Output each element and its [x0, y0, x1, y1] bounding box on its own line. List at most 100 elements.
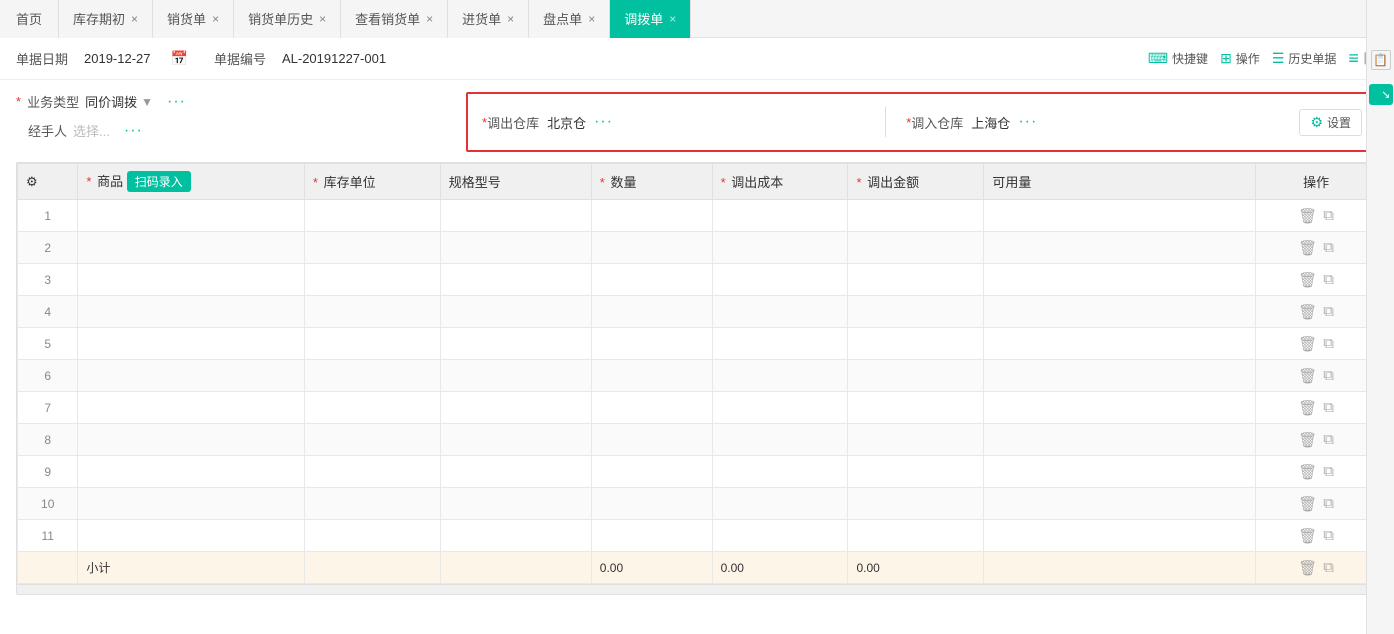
row-spec[interactable]: [440, 392, 591, 424]
row-cost[interactable]: [712, 424, 848, 456]
row-cost[interactable]: [712, 360, 848, 392]
close-tab-sales-order[interactable]: ×: [212, 12, 219, 26]
tab-stocktake[interactable]: 盘点单 ×: [529, 0, 610, 38]
tab-sales-order[interactable]: 销货单 ×: [153, 0, 234, 38]
row-copy-icon[interactable]: ⧉: [1323, 207, 1334, 224]
row-unit[interactable]: [304, 392, 440, 424]
horizontal-scrollbar[interactable]: [17, 584, 1377, 594]
row-copy-icon[interactable]: ⧉: [1323, 431, 1334, 448]
row-available[interactable]: [984, 232, 1256, 264]
row-unit[interactable]: [304, 456, 440, 488]
row-cost[interactable]: [712, 296, 848, 328]
row-amount[interactable]: [848, 200, 984, 232]
row-cost[interactable]: [712, 264, 848, 296]
calendar-icon[interactable]: 📅: [171, 50, 188, 67]
tab-purchase-order[interactable]: 进货单 ×: [448, 0, 529, 38]
row-product[interactable]: [78, 456, 305, 488]
tab-sales-history[interactable]: 销货单历史 ×: [234, 0, 341, 38]
row-product[interactable]: [78, 488, 305, 520]
row-copy-icon[interactable]: ⧉: [1323, 463, 1334, 480]
row-qty[interactable]: [591, 328, 712, 360]
row-amount[interactable]: [848, 424, 984, 456]
row-available[interactable]: [984, 424, 1256, 456]
row-product[interactable]: [78, 296, 305, 328]
business-type-select[interactable]: 同价调拨 ▼: [85, 92, 153, 111]
history-action[interactable]: ☰ 历史单据: [1272, 50, 1337, 67]
row-spec[interactable]: [440, 360, 591, 392]
person-more[interactable]: ···: [124, 122, 143, 140]
scan-barcode-button[interactable]: 扫码录入: [127, 171, 191, 192]
row-copy-icon[interactable]: ⧉: [1323, 271, 1334, 288]
row-amount[interactable]: [848, 392, 984, 424]
row-amount[interactable]: [848, 232, 984, 264]
row-spec[interactable]: [440, 296, 591, 328]
row-unit[interactable]: [304, 520, 440, 552]
row-delete-icon[interactable]: 🗑: [1298, 399, 1317, 417]
row-available[interactable]: [984, 456, 1256, 488]
row-spec[interactable]: [440, 328, 591, 360]
row-product[interactable]: [78, 520, 305, 552]
th-gear[interactable]: ⚙: [18, 164, 78, 200]
row-cost[interactable]: [712, 328, 848, 360]
sidebar-doc-button[interactable]: 📋: [1371, 50, 1391, 70]
row-spec[interactable]: [440, 232, 591, 264]
row-qty[interactable]: [591, 264, 712, 296]
row-unit[interactable]: [304, 488, 440, 520]
row-copy-icon[interactable]: ⧉: [1323, 367, 1334, 384]
row-qty[interactable]: [591, 520, 712, 552]
close-tab-inventory-init[interactable]: ×: [131, 12, 138, 26]
row-unit[interactable]: [304, 328, 440, 360]
row-cost[interactable]: [712, 392, 848, 424]
row-copy-icon[interactable]: ⧉: [1323, 527, 1334, 544]
row-copy-icon[interactable]: ⧉: [1323, 303, 1334, 320]
close-tab-view-sales[interactable]: ×: [426, 12, 433, 26]
row-amount[interactable]: [848, 456, 984, 488]
row-delete-icon[interactable]: 🗑: [1298, 335, 1317, 353]
row-delete-icon[interactable]: 🗑: [1298, 431, 1317, 449]
row-delete-icon[interactable]: 🗑: [1298, 463, 1317, 481]
row-unit[interactable]: [304, 200, 440, 232]
row-spec[interactable]: [440, 424, 591, 456]
row-delete-icon[interactable]: 🗑: [1298, 367, 1317, 385]
row-cost[interactable]: [712, 520, 848, 552]
close-tab-stocktake[interactable]: ×: [588, 12, 595, 26]
row-product[interactable]: [78, 424, 305, 456]
row-amount[interactable]: [848, 520, 984, 552]
close-tab-sales-history[interactable]: ×: [319, 12, 326, 26]
row-delete-icon[interactable]: 🗑: [1298, 271, 1317, 289]
row-copy-icon[interactable]: ⧉: [1323, 239, 1334, 256]
row-product[interactable]: [78, 360, 305, 392]
operations-action[interactable]: ⊞ 操作: [1220, 50, 1260, 67]
row-qty[interactable]: [591, 392, 712, 424]
row-copy-icon[interactable]: ⧉: [1323, 399, 1334, 416]
row-available[interactable]: [984, 200, 1256, 232]
row-unit[interactable]: [304, 296, 440, 328]
row-unit[interactable]: [304, 264, 440, 296]
row-unit[interactable]: [304, 232, 440, 264]
row-amount[interactable]: [848, 296, 984, 328]
person-select[interactable]: 选择...: [73, 121, 110, 140]
row-qty[interactable]: [591, 488, 712, 520]
row-available[interactable]: [984, 264, 1256, 296]
row-product[interactable]: [78, 392, 305, 424]
row-qty[interactable]: [591, 456, 712, 488]
row-qty[interactable]: [591, 232, 712, 264]
row-amount[interactable]: [848, 360, 984, 392]
row-spec[interactable]: [440, 200, 591, 232]
row-cost[interactable]: [712, 200, 848, 232]
row-qty[interactable]: [591, 296, 712, 328]
row-delete-icon[interactable]: 🗑: [1298, 527, 1317, 545]
row-product[interactable]: [78, 264, 305, 296]
row-available[interactable]: [984, 296, 1256, 328]
row-available[interactable]: [984, 360, 1256, 392]
row-available[interactable]: [984, 488, 1256, 520]
row-amount[interactable]: [848, 328, 984, 360]
row-delete-icon[interactable]: 🗑: [1298, 495, 1317, 513]
row-cost[interactable]: [712, 456, 848, 488]
row-copy-icon[interactable]: ⧉: [1323, 495, 1334, 512]
row-delete-icon[interactable]: 🗑: [1298, 303, 1317, 321]
subtotal-delete-icon[interactable]: 🗑: [1298, 559, 1317, 577]
row-spec[interactable]: [440, 456, 591, 488]
row-cost[interactable]: [712, 232, 848, 264]
row-qty[interactable]: [591, 424, 712, 456]
